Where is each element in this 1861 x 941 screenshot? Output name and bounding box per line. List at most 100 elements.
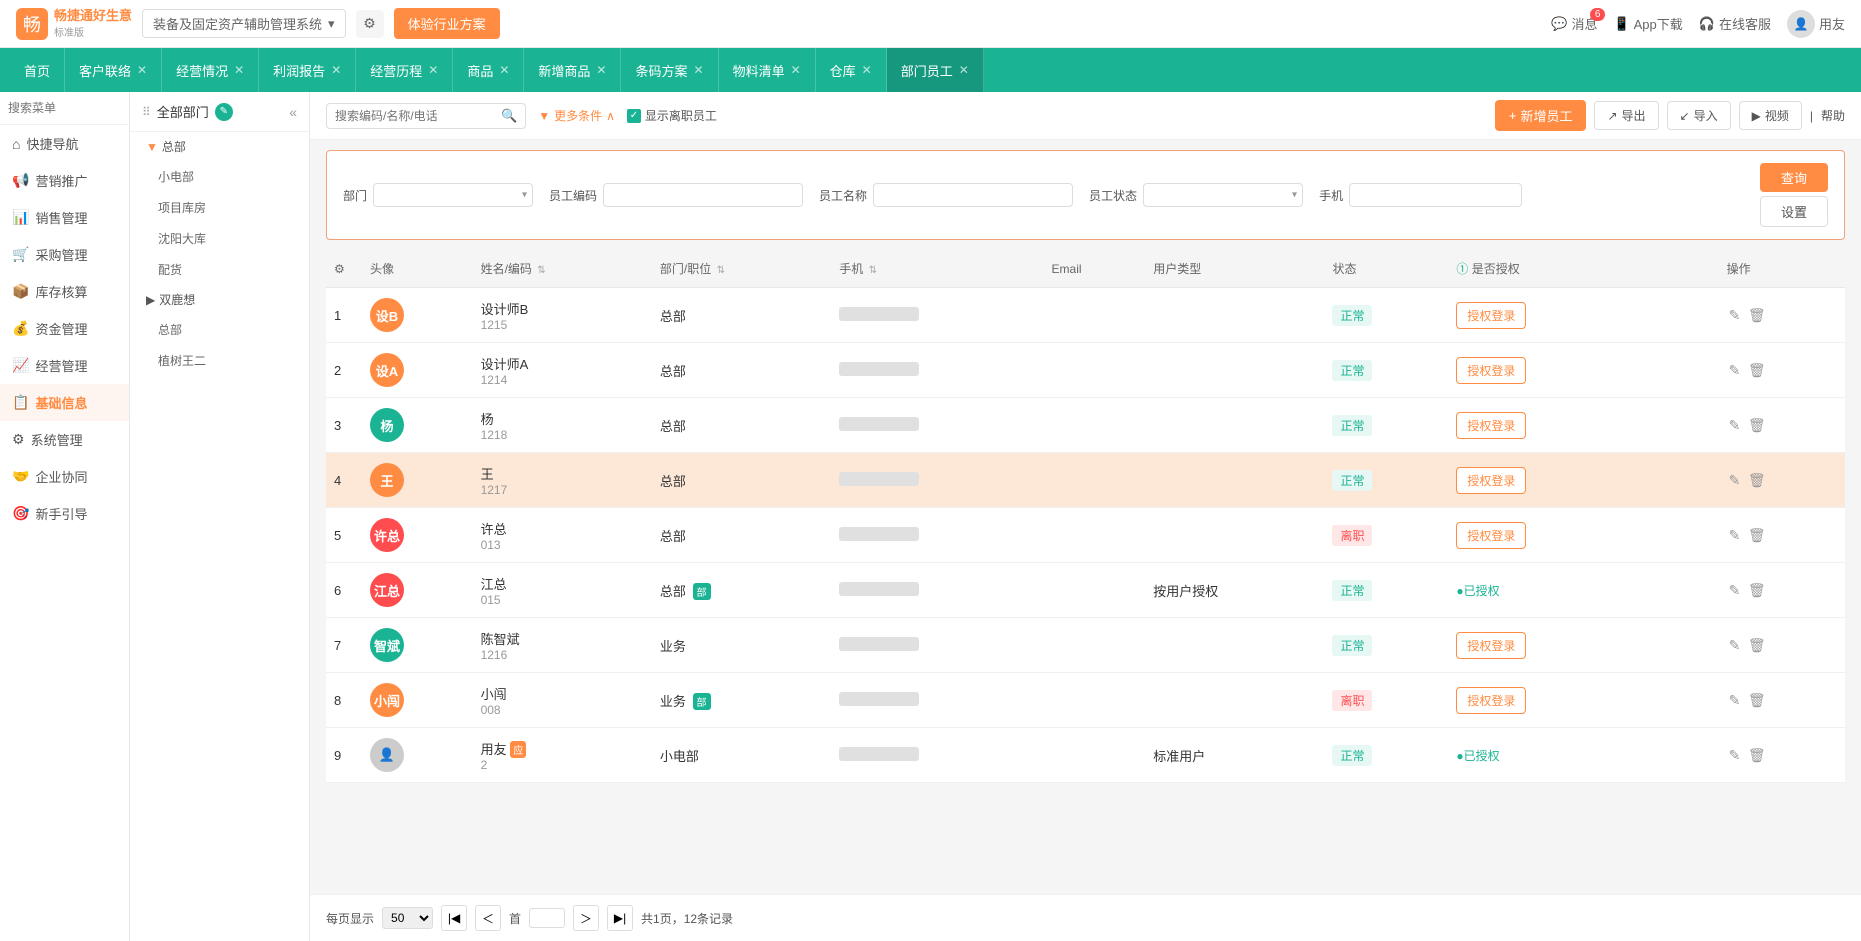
dept-item-ph[interactable]: 配货 [130, 254, 309, 285]
delete-button[interactable]: 🗑 [1746, 415, 1768, 436]
export-button[interactable]: ↗ 导出 [1594, 101, 1658, 130]
app-download-button[interactable]: 📱 App下载 [1613, 14, 1682, 33]
edit-dept-icon[interactable]: ✎ [215, 103, 233, 121]
sidebar-search-input[interactable] [8, 101, 130, 115]
dept-item-sy[interactable]: 沈阳大库 [130, 223, 309, 254]
close-icon[interactable]: ✕ [596, 63, 606, 77]
show-resigned-toggle[interactable]: ✓ 显示离职员工 [627, 107, 717, 124]
online-service-button[interactable]: 🎧 在线客服 [1699, 14, 1771, 33]
last-page-button[interactable]: ▶| [607, 905, 633, 931]
close-icon[interactable]: ✕ [499, 63, 509, 77]
auth-login-button[interactable]: 授权登录 [1456, 687, 1526, 714]
edit-button[interactable]: ✎ [1727, 470, 1743, 491]
tab-customer[interactable]: 客户联络 ✕ [65, 48, 162, 92]
edit-button[interactable]: ✎ [1727, 360, 1743, 381]
sidebar-item-purchase[interactable]: 🛒 采购管理 [0, 236, 129, 273]
tab-profit[interactable]: 利润报告 ✕ [259, 48, 356, 92]
emp-name-input[interactable] [873, 183, 1073, 207]
emp-code-input[interactable] [603, 183, 803, 207]
close-icon[interactable]: ✕ [234, 63, 244, 77]
message-button[interactable]: 💬 消息 6 [1551, 14, 1597, 33]
auth-login-button[interactable]: 授权登录 [1456, 412, 1526, 439]
delete-button[interactable]: 🗑 [1746, 580, 1768, 601]
edit-button[interactable]: ✎ [1727, 580, 1743, 601]
search-input[interactable] [335, 109, 495, 123]
delete-button[interactable]: 🗑 [1746, 690, 1768, 711]
tab-barcode[interactable]: 条码方案 ✕ [621, 48, 718, 92]
close-icon[interactable]: ✕ [791, 63, 801, 77]
edit-button[interactable]: ✎ [1727, 415, 1743, 436]
user-menu[interactable]: 👤 用友 [1787, 10, 1845, 38]
next-page-button[interactable]: ＞ [573, 905, 599, 931]
video-button[interactable]: ▶ 视频 [1739, 101, 1802, 130]
add-employee-button[interactable]: + 新增员工 [1495, 100, 1587, 131]
close-icon[interactable]: ✕ [331, 63, 341, 77]
help-label[interactable]: 帮助 [1821, 107, 1845, 124]
auth-login-button[interactable]: 授权登录 [1456, 302, 1526, 329]
sidebar-item-marketing[interactable]: 📢 营销推广 [0, 162, 129, 199]
tab-bom[interactable]: 物料清单 ✕ [719, 48, 816, 92]
status-select[interactable] [1143, 183, 1303, 207]
page-input[interactable]: 1 [529, 908, 565, 928]
sidebar-item-finance[interactable]: 💰 资金管理 [0, 310, 129, 347]
dept-select[interactable] [373, 183, 533, 207]
sidebar-item-basic-info[interactable]: 📋 基础信息 [0, 384, 129, 421]
auth-login-button[interactable]: 授权登录 [1456, 357, 1526, 384]
import-button[interactable]: ↙ 导入 [1667, 101, 1731, 130]
set-button[interactable]: 设置 [1760, 196, 1828, 227]
dept-item-zhishu[interactable]: 植树王二 [130, 345, 309, 376]
prev-page-button[interactable]: ＜ [475, 905, 501, 931]
sidebar-item-sales[interactable]: 📊 销售管理 [0, 199, 129, 236]
edit-button[interactable]: ✎ [1727, 635, 1743, 656]
close-icon[interactable]: ✕ [694, 63, 704, 77]
sidebar-item-guide[interactable]: 🎯 新手引导 [0, 495, 129, 532]
gear-button[interactable]: ⚙ [356, 10, 384, 38]
close-icon[interactable]: ✕ [137, 63, 147, 77]
close-icon[interactable]: ✕ [959, 63, 969, 77]
delete-button[interactable]: 🗑 [1746, 745, 1768, 766]
tab-operation[interactable]: 经营情况 ✕ [162, 48, 259, 92]
delete-button[interactable]: 🗑 [1746, 470, 1768, 491]
tab-home[interactable]: 首页 [10, 48, 65, 92]
close-icon[interactable]: ✕ [862, 63, 872, 77]
delete-button[interactable]: 🗑 [1746, 360, 1768, 381]
edit-button[interactable]: ✎ [1727, 745, 1743, 766]
sidebar-item-inventory[interactable]: 📦 库存核算 [0, 273, 129, 310]
collapse-icon[interactable]: « [289, 104, 297, 120]
more-filter-button[interactable]: ▼ 更多条件 ∧ [538, 107, 615, 124]
dept-item-proj[interactable]: 项目库房 [130, 192, 309, 223]
sidebar-item-system[interactable]: ⚙ 系统管理 [0, 421, 129, 458]
tab-new-goods[interactable]: 新增商品 ✕ [524, 48, 621, 92]
dept-item-zb[interactable]: 总部 [130, 314, 309, 345]
query-button[interactable]: 查询 [1760, 163, 1828, 192]
sort-icon-phone[interactable]: ⇅ [869, 265, 877, 276]
auth-login-button[interactable]: 授权登录 [1456, 522, 1526, 549]
help-button[interactable]: | [1810, 109, 1813, 123]
sort-icon-name[interactable]: ⇅ [537, 265, 545, 276]
edit-button[interactable]: ✎ [1727, 690, 1743, 711]
phone-input[interactable] [1349, 183, 1522, 207]
system-title[interactable]: 装备及固定资产辅助管理系统 ▾ [142, 9, 346, 38]
delete-button[interactable]: 🗑 [1746, 305, 1768, 326]
dept-item-shuanglu[interactable]: ▶ 双鹿想 [130, 285, 309, 314]
tab-history[interactable]: 经营历程 ✕ [356, 48, 453, 92]
sidebar-item-quick-nav[interactable]: ⌂ 快捷导航 [0, 125, 129, 162]
sort-icon-dept[interactable]: ⇅ [717, 265, 725, 276]
tab-goods[interactable]: 商品 ✕ [453, 48, 524, 92]
close-icon[interactable]: ✕ [428, 63, 438, 77]
trial-button[interactable]: 体验行业方案 [394, 8, 500, 39]
dept-item-xd[interactable]: 小电部 [130, 161, 309, 192]
page-size-select[interactable]: 50 100 [382, 907, 433, 929]
sidebar-item-mgmt[interactable]: 📈 经营管理 [0, 347, 129, 384]
dept-group-head[interactable]: ▼ 总部 [130, 132, 309, 161]
sidebar-item-collab[interactable]: 🤝 企业协同 [0, 458, 129, 495]
delete-button[interactable]: 🗑 [1746, 525, 1768, 546]
edit-button[interactable]: ✎ [1727, 525, 1743, 546]
edit-button[interactable]: ✎ [1727, 305, 1743, 326]
delete-button[interactable]: 🗑 [1746, 635, 1768, 656]
auth-login-button[interactable]: 授权登录 [1456, 467, 1526, 494]
first-page-button[interactable]: |◀ [441, 905, 467, 931]
tab-warehouse[interactable]: 仓库 ✕ [816, 48, 887, 92]
tab-department[interactable]: 部门员工 ✕ [887, 48, 984, 92]
auth-login-button[interactable]: 授权登录 [1456, 632, 1526, 659]
